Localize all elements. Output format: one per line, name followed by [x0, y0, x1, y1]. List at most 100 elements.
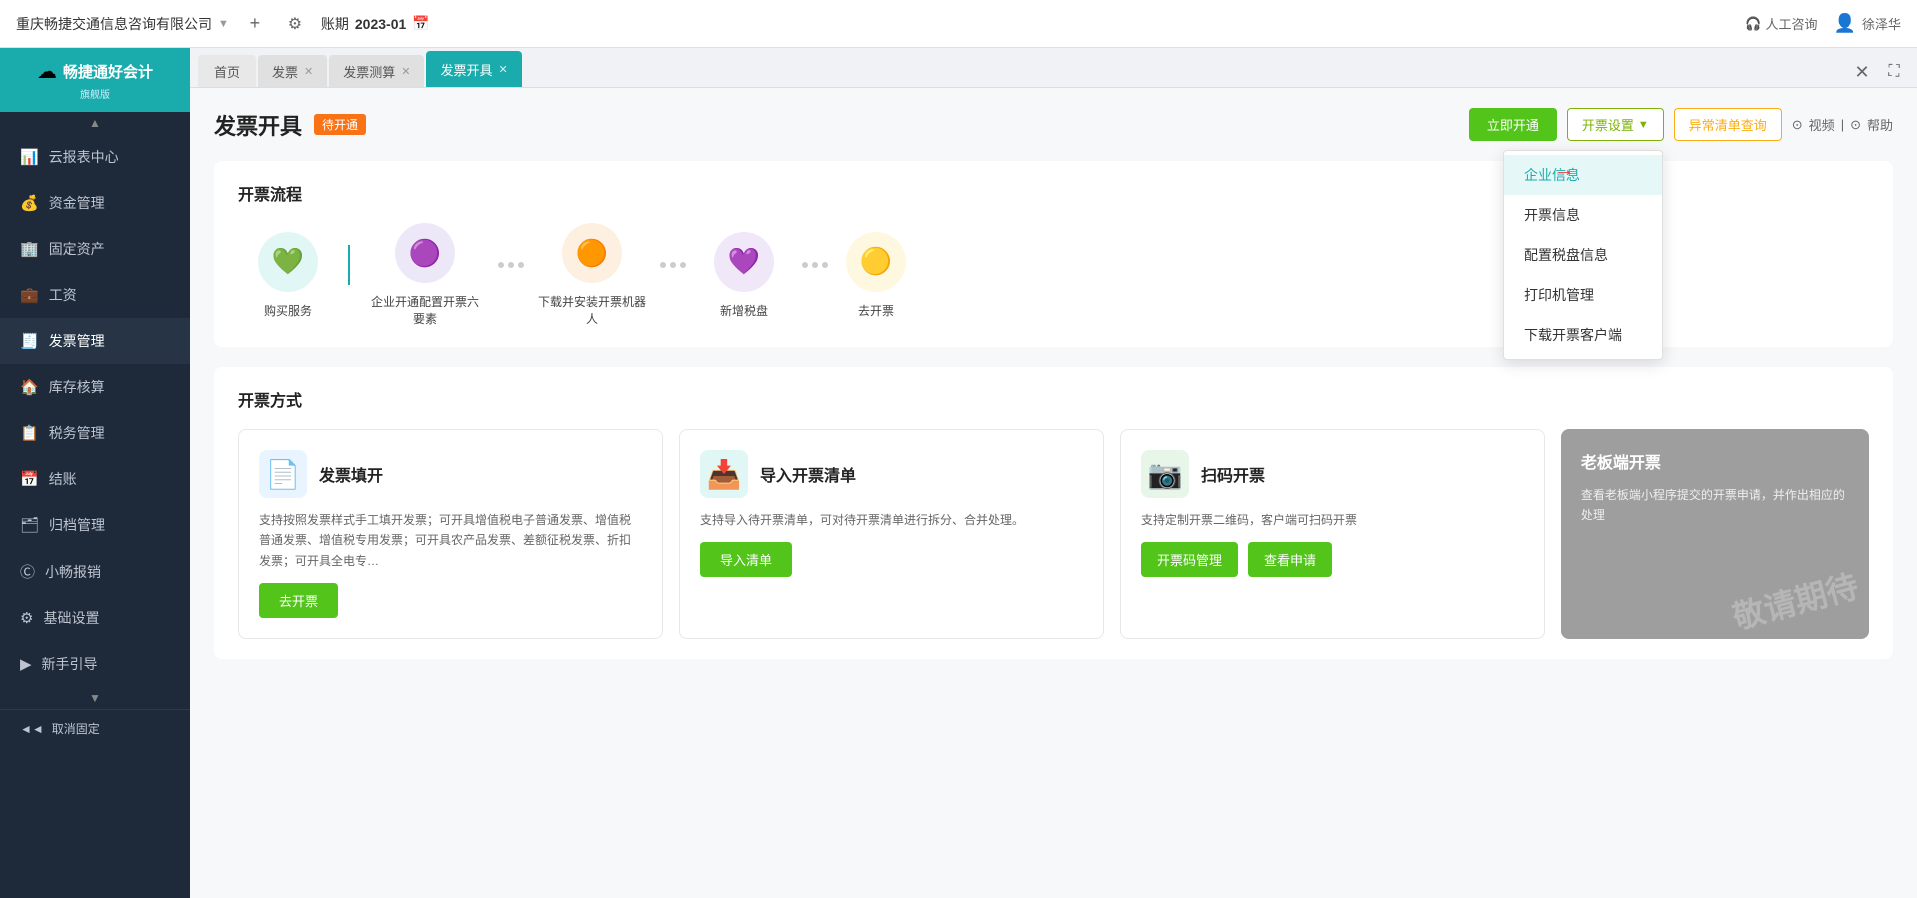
config-icon: 🟣	[409, 238, 441, 269]
dropdown-item-company[interactable]: 企业信息	[1504, 155, 1662, 195]
gear-icon: ⚙	[288, 14, 302, 34]
add-button[interactable]: +	[241, 10, 269, 38]
sidebar-scroll-up[interactable]: ▲	[0, 112, 190, 134]
settings-button[interactable]: ⚙	[281, 10, 309, 38]
sidebar-item-fapiao[interactable]: 🧾 发票管理	[0, 318, 190, 364]
tab-fapiao[interactable]: 发票 ✕	[258, 55, 327, 87]
card3-btn1[interactable]: 开票码管理	[1141, 542, 1238, 577]
sidebar-item-kucun[interactable]: 🏠 库存核算	[0, 364, 190, 410]
flow-step-4: 💜 新增税盘	[694, 232, 794, 319]
window-close-button[interactable]: ✕	[1847, 57, 1877, 87]
period-display: 账期 2023-01 📅	[321, 14, 430, 34]
tab-close-fapiao[interactable]: ✕	[304, 65, 313, 78]
sidebar-item-jiezhang[interactable]: 📅 结账	[0, 456, 190, 502]
guide-icon: ▶	[20, 655, 32, 673]
scan-icon: 📷	[1148, 458, 1183, 491]
user-info[interactable]: 👤 徐泽华	[1834, 13, 1901, 34]
billing-section: 开票方式 📄 发票填开 支持按照发票样式手工填开发票；可开具增值税电子普通发票、…	[214, 367, 1893, 659]
settle-icon: 📅	[20, 470, 39, 488]
import-icon: 📥	[707, 458, 742, 491]
billing-card-import: 📥 导入开票清单 支持导入待开票清单，可对待开票清单进行拆分、合并处理。 导入清…	[679, 429, 1104, 639]
step5-label: 去开票	[858, 302, 894, 319]
consult-button[interactable]: 🎧 人工咨询	[1745, 14, 1817, 33]
step1-label: 购买服务	[264, 302, 312, 319]
settings-dropdown-menu: → 企业信息 开票信息 配置税盘信息 打印机管理	[1503, 150, 1663, 360]
flow-divider-1	[348, 245, 350, 285]
settings-dropdown-button[interactable]: 开票设置 ▼	[1567, 108, 1664, 141]
sidebar-item-gudingzichan[interactable]: 🏢 固定资产	[0, 226, 190, 272]
activate-button[interactable]: 立即开通	[1469, 108, 1557, 141]
page-content: 发票开具 待开通 立即开通 开票设置 ▼ 异常清单查询 ⊙ 视频 | ⊙	[190, 88, 1917, 898]
tab-fapiao-cesuan[interactable]: 发票测算 ✕	[329, 55, 424, 87]
dropdown-item-printer[interactable]: 打印机管理	[1504, 275, 1662, 315]
card3-title: 扫码开票	[1201, 462, 1265, 486]
card2-title: 导入开票清单	[760, 462, 856, 486]
pin-icon: ◄◄	[20, 722, 44, 736]
sidebar-item-zijin[interactable]: 💰 资金管理	[0, 180, 190, 226]
flow-step-2: 🟣 企业开通配置开票六要素	[360, 223, 490, 327]
tab-close-cesuan[interactable]: ✕	[401, 65, 410, 78]
dropdown-item-download[interactable]: 下载开票客户端	[1504, 315, 1662, 355]
sidebar-item-gongzi[interactable]: 💼 工资	[0, 272, 190, 318]
card1-btn[interactable]: 去开票	[259, 583, 338, 618]
sidebar-item-yunbiaobiao[interactable]: 📊 云报表中心	[0, 134, 190, 180]
logo-text: 畅捷通好会计	[63, 61, 153, 82]
warehouse-icon: 🏠	[20, 378, 39, 396]
billing-card-scan: 📷 扫码开票 支持定制开票二维码，客户端可扫码开票 开票码管理 查看申请	[1120, 429, 1545, 639]
company-name: 重庆畅捷交通信息咨询有限公司	[16, 14, 212, 34]
status-badge: 待开通	[314, 114, 366, 135]
sidebar-item-xiaochang[interactable]: Ⓒ 小畅报销	[0, 548, 190, 595]
billing-card-manual: 📄 发票填开 支持按照发票样式手工填开发票；可开具增值税电子普通发票、增值税普通…	[238, 429, 663, 639]
money-icon: 💰	[20, 194, 39, 212]
taxdisk-icon: 💜	[728, 246, 760, 277]
step4-label: 新增税盘	[720, 302, 768, 319]
tab-close-kaiju[interactable]: ✕	[499, 63, 508, 76]
sidebar-item-jichushezhi[interactable]: ⚙ 基础设置	[0, 595, 190, 641]
flow-step-3: 🟠 下载并安装开票机器人	[532, 223, 652, 327]
sidebar-item-guidang[interactable]: 🗂 归档管理	[0, 502, 190, 548]
headset-icon: 🎧	[1745, 16, 1761, 32]
calendar-icon: 📅	[412, 15, 429, 32]
invoice-go-icon: 🟡	[860, 246, 892, 277]
card2-btn[interactable]: 导入清单	[700, 542, 792, 577]
content-area: 首页 发票 ✕ 发票测算 ✕ 发票开具 ✕ ✕ ⛶ 发票开具	[190, 48, 1917, 898]
card3-btn2[interactable]: 查看申请	[1248, 542, 1332, 577]
flow-step-5: 🟡 去开票	[836, 232, 916, 319]
heart-plus-icon: 💚	[272, 246, 304, 277]
step3-label: 下载并安装开票机器人	[537, 293, 647, 327]
help-label[interactable]: 帮助	[1867, 115, 1893, 134]
chevron-down-icon: ▼	[218, 18, 229, 30]
tax-icon: 📋	[20, 424, 39, 442]
chart-icon: 📊	[20, 148, 39, 166]
card2-desc: 支持导入待开票清单，可对待开票清单进行拆分、合并处理。	[700, 510, 1083, 530]
video-help-area: ⊙ 视频 | ⊙ 帮助	[1792, 115, 1893, 134]
dropdown-item-invoice-info[interactable]: 开票信息	[1504, 195, 1662, 235]
settings-icon: ⚙	[20, 609, 33, 627]
sidebar-item-xinshou[interactable]: ▶ 新手引导	[0, 641, 190, 687]
dropdown-chevron-icon: ▼	[1638, 119, 1649, 131]
step2-label: 企业开通配置开票六要素	[370, 293, 480, 327]
dropdown-item-tax-config[interactable]: 配置税盘信息	[1504, 235, 1662, 275]
card4-desc: 查看老板端小程序提交的开票申请，并作出相应的处理	[1581, 485, 1849, 526]
video-label[interactable]: 视频	[1809, 115, 1835, 134]
sidebar-cancel-fixed[interactable]: ◄◄ 取消固定	[0, 709, 190, 747]
tab-fapiao-kaiju[interactable]: 发票开具 ✕	[426, 51, 521, 87]
salary-icon: 💼	[20, 286, 39, 304]
logo-icon: ☁	[37, 59, 57, 84]
manual-invoice-icon: 📄	[266, 458, 301, 491]
expense-icon: Ⓒ	[20, 561, 35, 582]
play-icon: ⊙	[1792, 117, 1803, 133]
window-maximize-button[interactable]: ⛶	[1879, 57, 1909, 87]
card4-title: 老板端开票	[1581, 449, 1849, 473]
sidebar-scroll-down[interactable]: ▼	[0, 687, 190, 709]
sidebar: ☁ 畅捷通好会计 旗舰版 ▲ 📊 云报表中心 💰 资金管理 🏢 固定资产 💼 工…	[0, 48, 190, 898]
tab-home[interactable]: 首页	[198, 55, 256, 87]
anomaly-button[interactable]: 异常清单查询	[1674, 108, 1782, 141]
billing-section-title: 开票方式	[238, 387, 1869, 411]
page-title: 发票开具	[214, 109, 302, 141]
company-selector[interactable]: 重庆畅捷交通信息咨询有限公司 ▼	[16, 14, 229, 34]
user-icon: 👤	[1834, 13, 1856, 34]
robot-icon: 🟠	[576, 238, 608, 269]
sidebar-item-shuiwu[interactable]: 📋 税务管理	[0, 410, 190, 456]
card1-title: 发票填开	[319, 462, 383, 486]
